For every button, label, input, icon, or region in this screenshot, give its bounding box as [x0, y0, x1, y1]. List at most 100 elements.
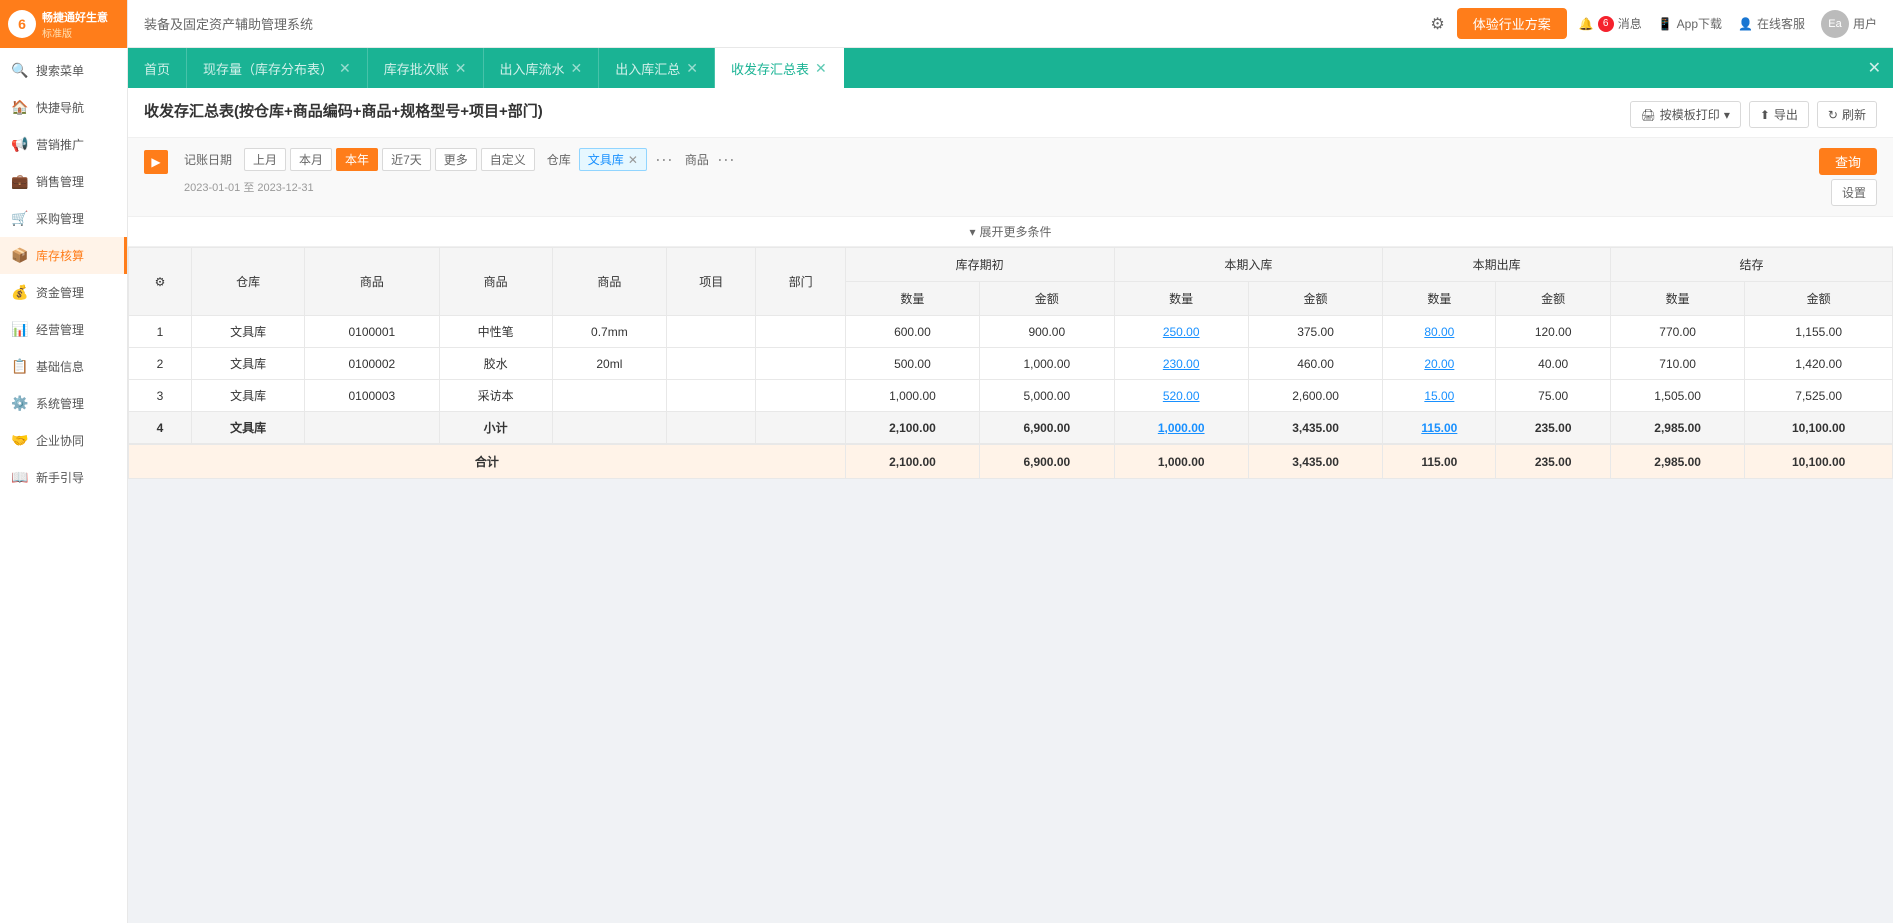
cell-no: 1	[129, 316, 192, 348]
cell-opening-amt: 900.00	[980, 316, 1114, 348]
date-range-text: 2023-01-01 至 2023-12-31	[184, 179, 1803, 195]
app-download-item[interactable]: 📱 App下载	[1658, 15, 1722, 32]
tab-inout-flow[interactable]: 出入库流水 ✕	[484, 48, 600, 88]
table-row: 1 文具库 0100001 中性笔 0.7mm 600.00 900.00 25…	[129, 316, 1893, 348]
tab-label: 收发存汇总表	[731, 59, 809, 78]
bell-icon: 🔔	[1579, 17, 1594, 31]
warehouse-tag-close-icon[interactable]: ✕	[628, 153, 638, 167]
sidebar-item-label: 新手引导	[36, 469, 84, 486]
online-service-label: 在线客服	[1757, 15, 1805, 32]
warehouse-more-icon[interactable]: ···	[655, 149, 673, 170]
cell-subtotal-opening-amt: 6,900.00	[980, 412, 1114, 445]
export-button[interactable]: ⬆ 导出	[1749, 101, 1809, 128]
date-btn-this-month[interactable]: 本月	[290, 148, 332, 171]
refresh-icon: ↻	[1828, 108, 1838, 122]
cell-goods-name: 中性笔	[439, 316, 552, 348]
tab-close-icon[interactable]: ✕	[686, 60, 698, 77]
date-btn-this-year[interactable]: 本年	[336, 148, 378, 171]
warehouse-value: 文具库	[588, 151, 624, 168]
sidebar-item-marketing[interactable]: 📢 营销推广	[0, 126, 127, 163]
sidebar-item-inventory[interactable]: 📦 库存核算	[0, 237, 127, 274]
date-buttons: 上月 本月 本年 近7天 更多 自定义	[244, 148, 535, 171]
cell-warehouse: 文具库	[192, 380, 305, 412]
sidebar-item-label: 库存核算	[36, 247, 84, 264]
notification-item[interactable]: 🔔 6 消息	[1579, 15, 1642, 32]
tab-close-icon[interactable]: ✕	[815, 60, 827, 77]
cell-out-qty[interactable]: 20.00	[1383, 348, 1496, 380]
date-btn-more[interactable]: 更多	[435, 148, 477, 171]
tab-stock-dist[interactable]: 现存量（库存分布表） ✕	[187, 48, 368, 88]
user-item[interactable]: Ea 用户	[1821, 10, 1877, 38]
sidebar-item-basic[interactable]: 📋 基础信息	[0, 348, 127, 385]
print-button[interactable]: 🖨 按模板打印 ▾	[1630, 101, 1741, 128]
sidebar-item-guide[interactable]: 📖 新手引导	[0, 459, 127, 496]
tab-close-icon[interactable]: ✕	[571, 60, 583, 77]
sidebar-item-company[interactable]: 🤝 企业协同	[0, 422, 127, 459]
avatar: Ea	[1821, 10, 1849, 38]
th-in-amt: 金额	[1248, 282, 1382, 316]
settings-icon[interactable]: ⚙	[1430, 14, 1444, 34]
chevron-down-icon: ▾	[969, 225, 975, 239]
date-btn-7days[interactable]: 近7天	[382, 148, 431, 171]
sidebar-item-search[interactable]: 🔍 搜索菜单	[0, 52, 127, 89]
cell-subtotal-in-qty[interactable]: 1,000.00	[1114, 412, 1248, 445]
date-btn-custom[interactable]: 自定义	[481, 148, 535, 171]
cell-subtotal-closing-qty: 2,985.00	[1610, 412, 1744, 445]
cell-goods-name: 胶水	[439, 348, 552, 380]
th-in-qty: 数量	[1114, 282, 1248, 316]
mobile-icon: 📱	[1658, 17, 1673, 31]
cell-in-qty[interactable]: 520.00	[1114, 380, 1248, 412]
setting-button[interactable]: 设置	[1831, 179, 1877, 206]
sidebar-item-purchase[interactable]: 🛒 采购管理	[0, 200, 127, 237]
sidebar-item-operations[interactable]: 📊 经营管理	[0, 311, 127, 348]
expand-conditions-button[interactable]: ▾ 展开更多条件	[969, 223, 1051, 240]
sidebar-item-system[interactable]: ⚙️ 系统管理	[0, 385, 127, 422]
warehouse-tag[interactable]: 文具库 ✕	[579, 148, 647, 171]
cell-goods-spec: 0.7mm	[552, 316, 666, 348]
total-opening-amt: 6,900.00	[980, 444, 1114, 479]
logo-area: 6 畅捷通好生意 标准版	[0, 0, 127, 48]
sidebar-item-quick[interactable]: 🏠 快捷导航	[0, 89, 127, 126]
notification-label: 消息	[1618, 15, 1642, 32]
tab-close-icon[interactable]: ✕	[455, 60, 467, 77]
tab-close-icon[interactable]: ✕	[339, 60, 351, 77]
th-goods-name: 商品	[439, 248, 552, 316]
tab-home[interactable]: 首页	[128, 48, 187, 88]
total-opening-qty: 2,100.00	[845, 444, 979, 479]
cell-out-qty[interactable]: 80.00	[1383, 316, 1496, 348]
cell-subtotal-out-amt: 235.00	[1496, 412, 1611, 445]
tab-inout-summary[interactable]: 出入库汇总 ✕	[599, 48, 715, 88]
online-service-item[interactable]: 👤 在线客服	[1738, 15, 1805, 32]
tab-batch[interactable]: 库存批次账 ✕	[368, 48, 484, 88]
sidebar-item-sales[interactable]: 💼 销售管理	[0, 163, 127, 200]
cell-subtotal-out-qty[interactable]: 115.00	[1383, 412, 1496, 445]
goods-more-icon[interactable]: ···	[717, 149, 735, 170]
cell-goods-code: 0100002	[305, 348, 439, 380]
th-out-amt: 金额	[1496, 282, 1611, 316]
close-all-tabs-button[interactable]: ✕	[1856, 58, 1893, 78]
cell-out-qty[interactable]: 15.00	[1383, 380, 1496, 412]
search-icon: 🔍	[12, 63, 28, 79]
total-out-amt: 235.00	[1496, 444, 1611, 479]
cell-in-qty[interactable]: 250.00	[1114, 316, 1248, 348]
total-closing-amt: 10,100.00	[1745, 444, 1893, 479]
cell-opening-qty: 500.00	[845, 348, 979, 380]
topbar-actions: ⚙ 体验行业方案	[1430, 8, 1566, 39]
date-btn-last-month[interactable]: 上月	[244, 148, 286, 171]
query-button[interactable]: 查询	[1819, 148, 1877, 175]
logo-icon: 6	[8, 10, 36, 38]
tab-recv-send[interactable]: 收发存汇总表 ✕	[715, 48, 844, 88]
cell-in-amt: 375.00	[1248, 316, 1382, 348]
cell-no: 4	[129, 412, 192, 445]
trial-button[interactable]: 体验行业方案	[1457, 8, 1567, 39]
sidebar-item-label: 营销推广	[36, 136, 84, 153]
sidebar-item-finance[interactable]: 💰 资金管理	[0, 274, 127, 311]
filter-collapse-button[interactable]: ▶	[144, 150, 168, 174]
cell-department	[756, 348, 845, 380]
cell-opening-amt: 5,000.00	[980, 380, 1114, 412]
date-filter-label: 记账日期	[184, 151, 232, 168]
cell-in-qty[interactable]: 230.00	[1114, 348, 1248, 380]
cell-goods-code: 0100001	[305, 316, 439, 348]
th-gear[interactable]: ⚙	[129, 248, 192, 316]
refresh-button[interactable]: ↻ 刷新	[1817, 101, 1877, 128]
